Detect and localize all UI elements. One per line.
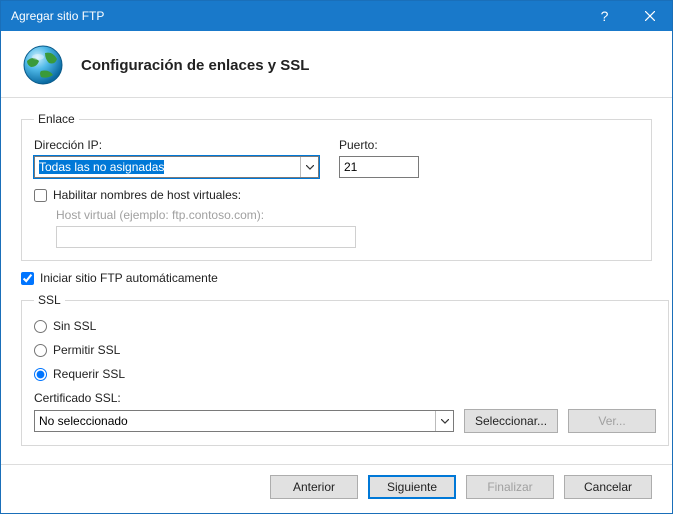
ip-label: Dirección IP: xyxy=(34,138,319,152)
next-button[interactable]: Siguiente xyxy=(368,475,456,499)
select-cert-button[interactable]: Seleccionar... xyxy=(464,409,558,433)
auto-start-label: Iniciar sitio FTP automáticamente xyxy=(40,271,218,285)
view-cert-button: Ver... xyxy=(568,409,656,433)
cancel-button[interactable]: Cancelar xyxy=(564,475,652,499)
virtual-hosts-label: Habilitar nombres de host virtuales: xyxy=(53,188,241,202)
ip-combo[interactable]: Todas las no asignadas xyxy=(34,156,319,178)
globe-icon xyxy=(21,43,65,87)
content-area: Enlace Dirección IP: Todas las no asigna… xyxy=(1,98,672,464)
auto-start-checkbox[interactable] xyxy=(21,272,34,285)
ssl-allow-label: Permitir SSL xyxy=(53,343,120,357)
port-label: Puerto: xyxy=(339,138,419,152)
ssl-none-radio[interactable] xyxy=(34,320,47,333)
ip-value: Todas las no asignadas xyxy=(39,160,164,174)
cert-value: No seleccionado xyxy=(35,412,435,430)
close-button[interactable] xyxy=(627,1,672,31)
virtual-host-input xyxy=(56,226,356,248)
close-icon xyxy=(645,11,655,21)
dialog-window: Agregar sitio FTP ? Configuración de enl… xyxy=(0,0,673,514)
previous-button[interactable]: Anterior xyxy=(270,475,358,499)
chevron-down-icon xyxy=(300,157,318,177)
ssl-group: SSL Sin SSL Permitir SSL Requerir SSL Ce… xyxy=(21,293,669,446)
footer: Anterior Siguiente Finalizar Cancelar xyxy=(1,464,672,513)
ssl-require-radio[interactable] xyxy=(34,368,47,381)
ssl-allow-radio[interactable] xyxy=(34,344,47,357)
virtual-hosts-checkbox[interactable] xyxy=(34,189,47,202)
window-title: Agregar sitio FTP xyxy=(11,9,582,23)
finish-button: Finalizar xyxy=(466,475,554,499)
titlebar: Agregar sitio FTP ? xyxy=(1,1,672,31)
ssl-legend: SSL xyxy=(34,293,65,307)
cert-label: Certificado SSL: xyxy=(34,391,656,405)
chevron-down-icon xyxy=(435,411,453,431)
page-title: Configuración de enlaces y SSL xyxy=(81,57,309,74)
enlace-group: Enlace Dirección IP: Todas las no asigna… xyxy=(21,112,652,261)
help-button[interactable]: ? xyxy=(582,1,627,31)
cert-combo[interactable]: No seleccionado xyxy=(34,410,454,432)
port-input[interactable] xyxy=(339,156,419,178)
virtual-host-label: Host virtual (ejemplo: ftp.contoso.com): xyxy=(56,208,639,222)
ssl-none-label: Sin SSL xyxy=(53,319,96,333)
header: Configuración de enlaces y SSL xyxy=(1,31,672,98)
enlace-legend: Enlace xyxy=(34,112,79,126)
ssl-require-label: Requerir SSL xyxy=(53,367,125,381)
